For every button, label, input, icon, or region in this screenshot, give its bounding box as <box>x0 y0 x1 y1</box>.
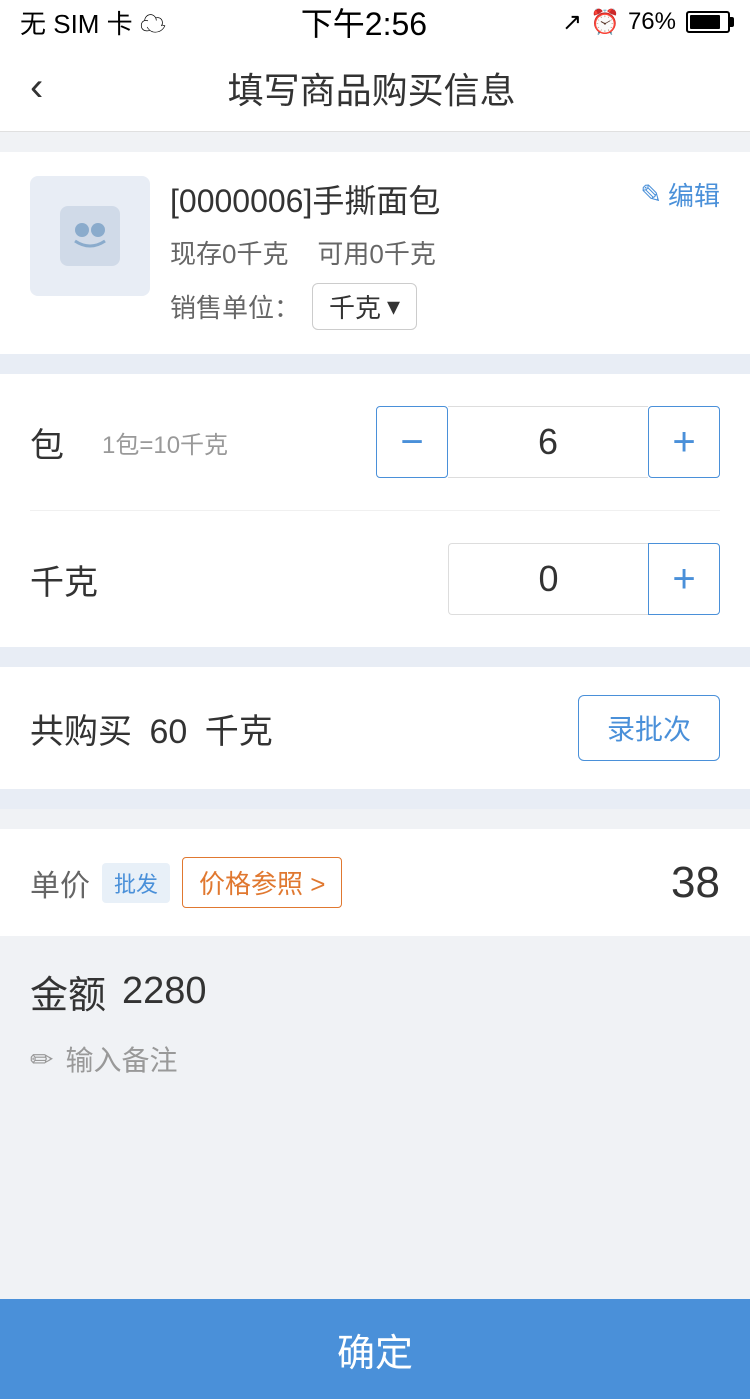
status-location-icon: ↗ <box>562 8 582 37</box>
section-divider-2 <box>0 647 750 667</box>
product-logo-icon <box>60 206 120 266</box>
nav-bar: ‹ 填写商品购买信息 <box>0 44 750 132</box>
amount-row: 金额 2280 <box>30 964 720 1019</box>
remark-row[interactable]: ✏ 输入备注 <box>30 1039 720 1099</box>
price-ref-button[interactable]: 价格参照 > <box>182 857 342 908</box>
batch-button[interactable]: 录批次 <box>578 695 720 761</box>
pencil-icon: ✏ <box>30 1043 53 1076</box>
product-card: [0000006]手撕面包 现存0千克 可用0千克 销售单位： 千克 ▾ ✎ 编… <box>0 152 750 354</box>
product-card-right: ✎ 编辑 <box>640 176 720 213</box>
status-battery-text: 76% <box>628 8 676 36</box>
status-bar: 无 SIM 卡 ☁ 下午2:56 ↗ ⏰ 76% <box>0 0 750 44</box>
status-time: 下午2:56 <box>301 0 427 45</box>
unit-select[interactable]: 千克 ▾ <box>312 283 417 330</box>
quantity-section: 包 1包=10千克 − + 千克 + <box>0 374 750 647</box>
remark-placeholder: 输入备注 <box>65 1039 177 1079</box>
status-carrier: 无 SIM 卡 ☁ <box>20 4 166 41</box>
price-label: 单价 批发 价格参照 > <box>30 857 342 908</box>
price-section: 单价 批发 价格参照 > 38 <box>0 829 750 936</box>
price-value: 38 <box>671 858 720 908</box>
status-alarm-icon: ⏰ <box>590 8 620 37</box>
section-divider-1 <box>0 354 750 374</box>
quantity-bao-input[interactable] <box>448 406 648 478</box>
quantity-row-kg: 千克 + <box>30 511 720 647</box>
total-row: 共购买 60 千克 录批次 <box>0 667 750 789</box>
back-button[interactable]: ‹ <box>30 65 43 110</box>
section-divider-3 <box>0 789 750 809</box>
total-quantity: 60 <box>149 713 187 751</box>
total-unit: 千克 <box>205 713 273 751</box>
unit-dropdown-icon: ▾ <box>387 291 400 322</box>
empty-space <box>0 1099 750 1299</box>
edit-button[interactable]: ✎ 编辑 <box>640 176 720 213</box>
price-label-text: 单价 <box>30 861 90 905</box>
unit-value: 千克 <box>329 288 381 325</box>
edit-icon: ✎ <box>640 179 662 210</box>
confirm-button-label: 确定 <box>337 1322 413 1377</box>
amount-value: 2280 <box>122 970 207 1013</box>
product-info: [0000006]手撕面包 现存0千克 可用0千克 销售单位： 千克 ▾ <box>170 176 620 330</box>
quantity-kg-input[interactable] <box>448 543 648 615</box>
product-image <box>30 176 150 296</box>
battery-icon <box>686 11 730 33</box>
price-tag: 批发 <box>102 863 170 903</box>
increment-bao-button[interactable]: + <box>648 406 720 478</box>
status-right: ↗ ⏰ 76% <box>562 8 730 37</box>
quantity-row-bao: 包 1包=10千克 − + <box>30 374 720 511</box>
available-text: 可用0千克 <box>317 239 435 269</box>
stock-text: 现存0千克 <box>170 239 288 269</box>
product-name: [0000006]手撕面包 <box>170 176 620 222</box>
quantity-label-kg: 千克 <box>30 555 98 604</box>
increment-kg-button[interactable]: + <box>648 543 720 615</box>
total-text: 共购买 60 千克 <box>30 704 273 753</box>
quantity-control-kg: + <box>448 543 720 615</box>
price-row: 单价 批发 价格参照 > 38 <box>30 857 720 908</box>
quantity-control-bao: − + <box>376 406 720 478</box>
total-prefix: 共购买 <box>30 713 132 751</box>
confirm-bar[interactable]: 确定 <box>0 1299 750 1399</box>
page-title: 填写商品购买信息 <box>63 62 680 114</box>
edit-label: 编辑 <box>668 176 720 213</box>
amount-label: 金额 <box>30 964 106 1019</box>
decrement-bao-button[interactable]: − <box>376 406 448 478</box>
product-stock: 现存0千克 可用0千克 <box>170 234 620 271</box>
quantity-hint-bao: 1包=10千克 <box>102 425 376 460</box>
quantity-label-bao: 包 <box>30 418 90 467</box>
product-unit-row: 销售单位： 千克 ▾ <box>170 283 620 330</box>
amount-section: 金额 2280 ✏ 输入备注 <box>0 936 750 1099</box>
unit-label: 销售单位： <box>170 288 300 325</box>
